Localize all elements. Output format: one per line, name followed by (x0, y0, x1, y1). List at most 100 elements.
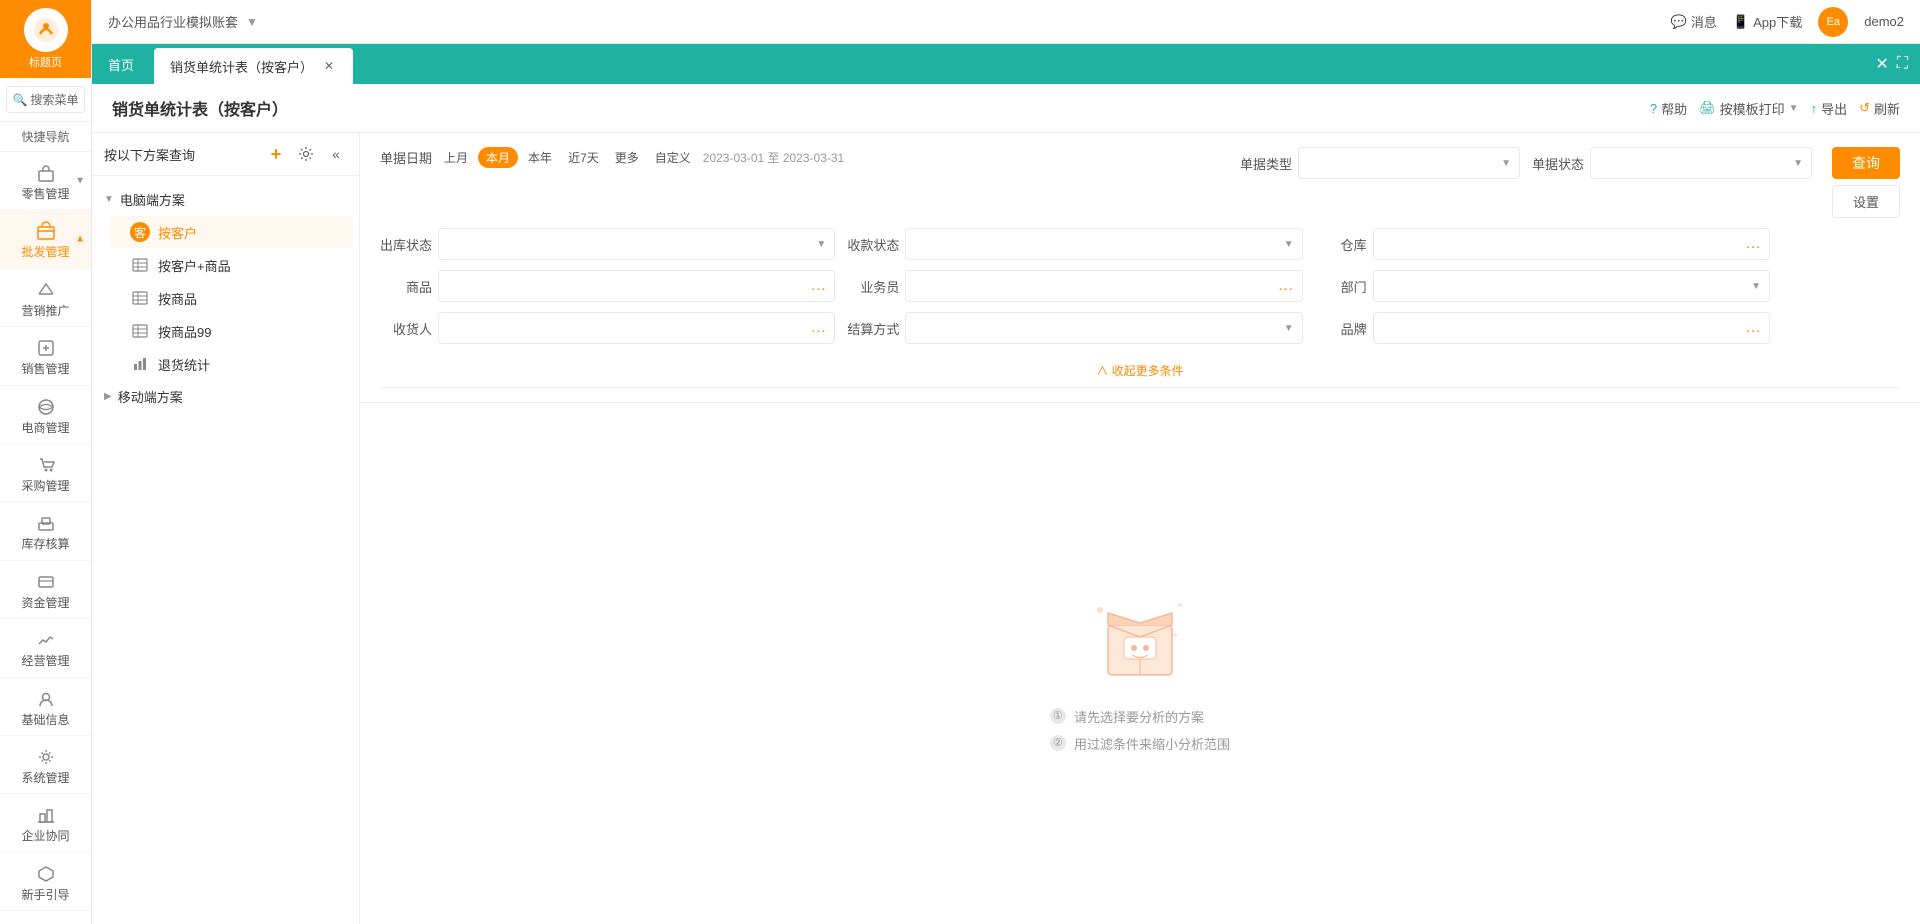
settlement-arrow-icon: ▼ (1284, 323, 1294, 334)
sidebar-logo[interactable]: 标题页 (0, 0, 91, 78)
help-button[interactable]: ? 帮助 (1650, 99, 1687, 118)
app-download-button[interactable]: 📱 App下载 (1733, 12, 1802, 31)
user-avatar-initials: Ea (1827, 16, 1840, 28)
brand-select[interactable]: … (1373, 312, 1770, 344)
sidebar-item-apps[interactable]: 应用中心 (0, 911, 91, 924)
sidebar-item-label: 资金管理 (21, 596, 69, 610)
date-more[interactable]: 更多 (609, 147, 645, 168)
template-print-button[interactable]: 🖨 按模板打印 ▼ (1699, 99, 1798, 118)
scheme-item-by-customer-goods[interactable]: 按客户+商品 (110, 249, 353, 281)
salesperson-label: 业务员 (847, 277, 899, 296)
date-last-month[interactable]: 上月 (438, 147, 474, 168)
department-arrow-icon: ▼ (1751, 281, 1761, 292)
add-scheme-button[interactable]: + (265, 143, 287, 165)
tab-maximize-button[interactable]: ⛶ (1897, 55, 1908, 73)
recipient-select[interactable]: … (438, 312, 835, 344)
topbar-right: 💬 消息 📱 App下载 Ea demo2 (1671, 7, 1904, 37)
sidebar-item-newbie[interactable]: 新手引导 (0, 853, 91, 911)
doc-type-select[interactable]: ▼ (1298, 147, 1520, 179)
sidebar-item-ecommerce[interactable]: 电商管理 (0, 386, 91, 444)
empty-tips: ① 请先选择要分析的方案 ② 用过滤条件来缩小分析范围 (1050, 707, 1230, 753)
sidebar-item-finance[interactable]: 资金管理 (0, 561, 91, 619)
search-menu-label: 搜索菜单 (30, 91, 78, 108)
logo-icon (24, 8, 68, 52)
export-label: 导出 (1821, 99, 1847, 118)
date-this-year[interactable]: 本年 (522, 147, 558, 168)
payment-status-select[interactable]: ▼ (905, 228, 1302, 260)
quick-nav-label[interactable]: 快捷导航 (21, 128, 69, 145)
date-custom[interactable]: 自定义 (649, 147, 697, 168)
system-icon (35, 746, 57, 768)
message-button[interactable]: 💬 消息 (1671, 12, 1717, 31)
ecommerce-icon (35, 396, 57, 418)
scheme-table-icon2 (130, 288, 150, 308)
date-this-month[interactable]: 本月 (478, 147, 518, 168)
enterprise-icon (35, 804, 57, 826)
sidebar-item-system[interactable]: 系统管理 (0, 736, 91, 794)
sidebar-item-basic[interactable]: 基础信息 (0, 678, 91, 736)
scheme-tree: ▼ 电脑端方案 客 按客户 (92, 176, 359, 420)
sidebar-item-purchase[interactable]: 采购管理 (0, 444, 91, 502)
sidebar-item-wholesale[interactable]: 批发管理 ▲ (0, 210, 91, 268)
collapse-left-panel-button[interactable]: « (325, 143, 347, 165)
department-label: 部门 (1315, 277, 1367, 296)
doc-status-select[interactable]: ▼ (1590, 147, 1812, 179)
sidebar-item-label: 库存核算 (21, 537, 69, 551)
scheme-item-by-customer[interactable]: 客 按客户 (110, 216, 353, 248)
sidebar-item-label: 经营管理 (21, 654, 69, 668)
scheme-group-desktop-header[interactable]: ▼ 电脑端方案 (92, 184, 359, 215)
sidebar-item-label: 零售管理 (21, 187, 69, 201)
query-button[interactable]: 查询 (1832, 147, 1900, 179)
sidebar-item-enterprise[interactable]: 企业协同 (0, 794, 91, 852)
goods-select[interactable]: … (438, 270, 835, 302)
help-label: 帮助 (1661, 99, 1687, 118)
page-header: 销货单统计表（按客户） ? 帮助 🖨 按模板打印 ▼ ↑ 导出 (92, 84, 1920, 133)
goods-label: 商品 (380, 277, 432, 296)
doc-type-label: 单据类型 (1240, 154, 1292, 173)
export-button[interactable]: ↑ 导出 (1811, 99, 1848, 118)
tab-close-icon[interactable]: ✕ (321, 58, 337, 74)
recipient-more-icon[interactable]: … (810, 319, 826, 337)
sidebar-items: 零售管理 ▼ 批发管理 ▲ 营销推广 销售管理 (0, 152, 91, 924)
topbar-dropdown-arrow[interactable]: ▼ (246, 15, 258, 29)
scheme-settings-button[interactable] (295, 143, 317, 165)
scheme-item-return-stats[interactable]: 退货统计 (110, 348, 353, 380)
salesperson-more-icon[interactable]: … (1278, 277, 1294, 295)
settings-button[interactable]: 设置 (1832, 185, 1900, 218)
search-menu-button[interactable]: 🔍 搜索菜单 (6, 86, 85, 113)
scheme-chart-icon (130, 354, 150, 374)
goods-more-icon[interactable]: … (810, 277, 826, 295)
sidebar-item-retail[interactable]: 零售管理 ▼ (0, 152, 91, 210)
date-last-7days[interactable]: 近7天 (562, 147, 605, 168)
empty-tip-1: ① 请先选择要分析的方案 (1050, 707, 1230, 726)
scheme-item-by-goods-99[interactable]: 按商品99 (110, 315, 353, 347)
collapse-conditions-button[interactable]: ∧ 收起更多条件 (380, 354, 1900, 388)
sidebar-item-sales[interactable]: 销售管理 (0, 327, 91, 385)
tab-close-window-button[interactable]: ✕ (1875, 54, 1888, 74)
tab-home[interactable]: 首页 (92, 44, 150, 84)
refresh-button[interactable]: ↺ 刷新 (1859, 99, 1900, 118)
user-avatar[interactable]: Ea (1818, 7, 1848, 37)
scheme-group-label: 电脑端方案 (120, 190, 185, 209)
tab-sales-report[interactable]: 销货单统计表（按客户） ✕ (154, 48, 353, 84)
sidebar-item-inventory[interactable]: 库存核算 (0, 502, 91, 560)
user-name[interactable]: demo2 (1864, 14, 1904, 29)
sidebar-item-operations[interactable]: 经营管理 (0, 619, 91, 677)
scheme-item-label: 退货统计 (158, 355, 210, 374)
warehouse-select[interactable]: … (1373, 228, 1770, 260)
department-select[interactable]: ▼ (1373, 270, 1770, 302)
delivery-status-select[interactable]: ▼ (438, 228, 835, 260)
salesperson-select[interactable]: … (905, 270, 1302, 302)
settlement-select[interactable]: ▼ (905, 312, 1302, 344)
scheme-group-desktop: ▼ 电脑端方案 客 按客户 (92, 184, 359, 380)
sidebar-item-marketing[interactable]: 营销推广 (0, 269, 91, 327)
warehouse-more-icon[interactable]: … (1745, 235, 1761, 253)
scheme-item-by-goods[interactable]: 按商品 (110, 282, 353, 314)
scheme-item-label: 按客户 (158, 223, 197, 242)
content-area: 销货单统计表（按客户） ? 帮助 🖨 按模板打印 ▼ ↑ 导出 (92, 84, 1920, 924)
scheme-group-mobile: ▶ 移动端方案 (92, 381, 359, 412)
help-icon: ? (1650, 101, 1657, 116)
brand-more-icon[interactable]: … (1745, 319, 1761, 337)
tab-bar: 首页 销货单统计表（按客户） ✕ ✕ ⛶ (92, 44, 1920, 84)
scheme-group-mobile-header[interactable]: ▶ 移动端方案 (92, 381, 359, 412)
